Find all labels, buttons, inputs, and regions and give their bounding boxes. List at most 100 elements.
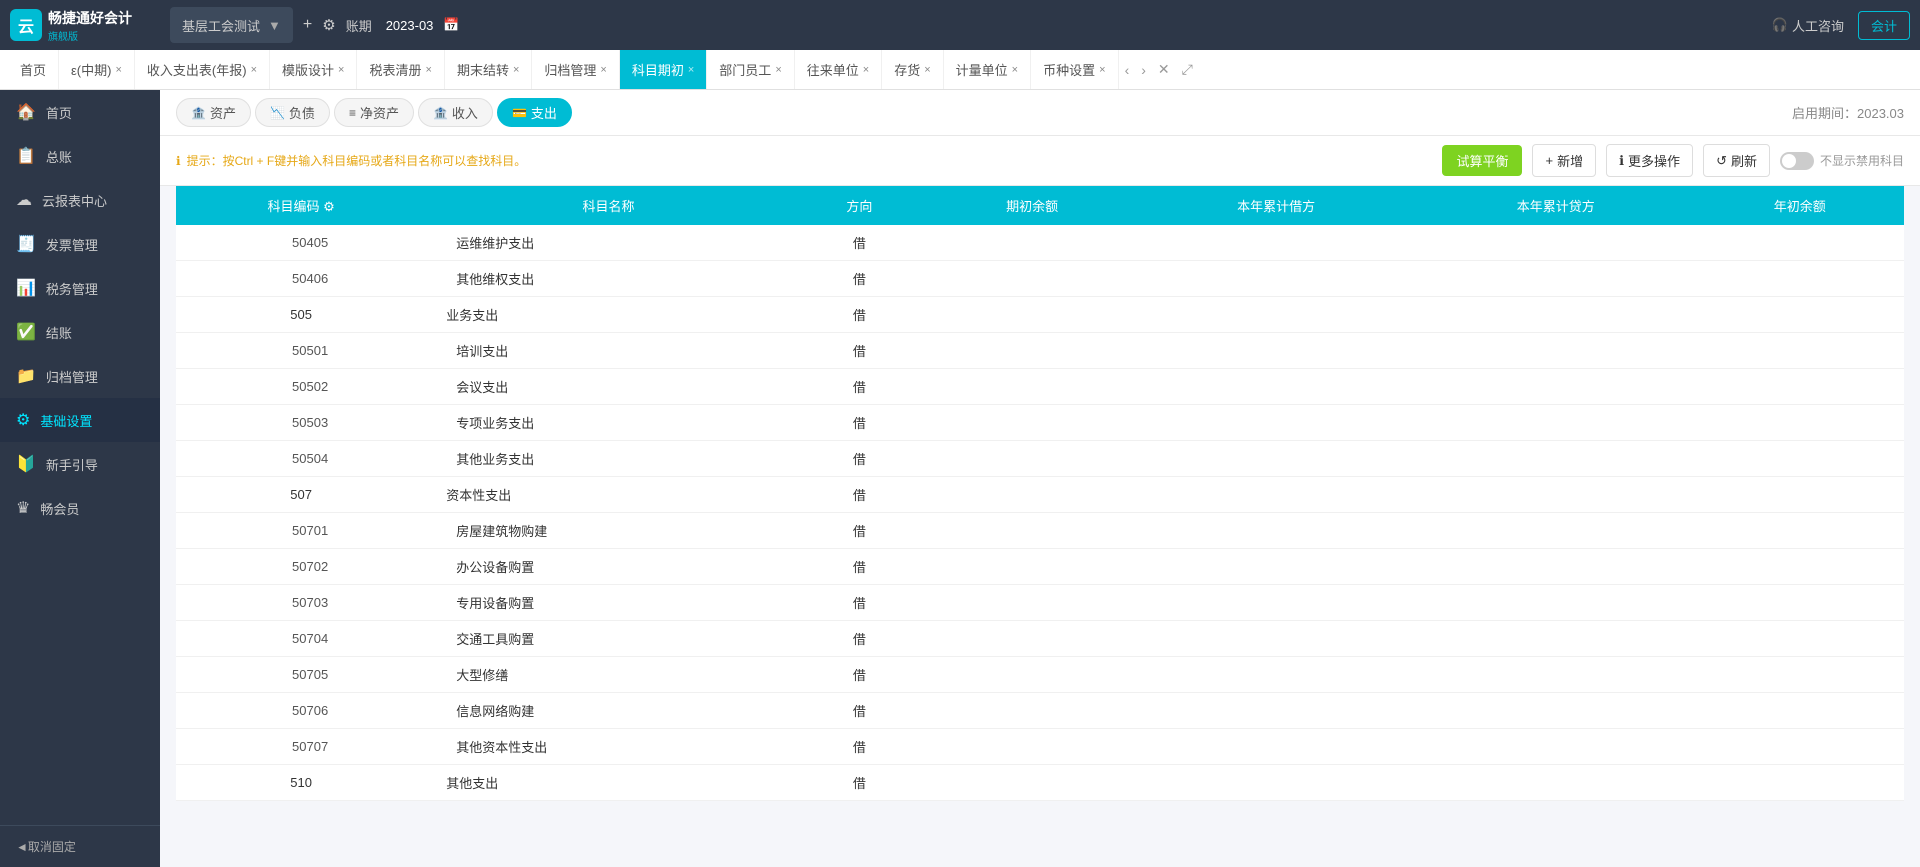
tab-close-icon[interactable]: × — [426, 64, 432, 76]
table-row[interactable]: 50504 其他业务支出 借 — [176, 441, 1904, 477]
cell-ytd-debit — [1136, 729, 1416, 765]
cell-ytd-credit — [1416, 369, 1696, 405]
table-row[interactable]: 50706 信息网络购建 借 — [176, 693, 1904, 729]
table-row[interactable]: 50701 房屋建筑物购建 借 — [176, 513, 1904, 549]
cell-ytd-credit — [1416, 297, 1696, 333]
table-row[interactable]: 510 其他支出 借 — [176, 765, 1904, 801]
account-button[interactable]: 会计 — [1858, 11, 1910, 40]
sidebar-item-invoice[interactable]: 🧾 发票管理 — [0, 222, 160, 266]
sidebar-item-vip[interactable]: ♛ 畅会员 — [0, 486, 160, 530]
tab-dept-employee[interactable]: 部门员工 × — [707, 50, 794, 90]
sidebar-item-archive[interactable]: 📁 归档管理 — [0, 354, 160, 398]
cell-direction: 借 — [791, 477, 928, 513]
cell-name: 资本性支出 — [426, 477, 791, 513]
table-row[interactable]: 50406 其他维权支出 借 — [176, 261, 1904, 297]
sub-tab-net-asset[interactable]: ≡ 净资产 — [334, 98, 414, 127]
tab-close-icon[interactable]: × — [338, 64, 344, 76]
cell-direction: 借 — [791, 549, 928, 585]
tab-template[interactable]: 模版设计 × — [270, 50, 357, 90]
cell-ytd-debit — [1136, 513, 1416, 549]
sidebar-item-ledger[interactable]: 📋 总账 — [0, 134, 160, 178]
calendar-icon[interactable]: 📅 — [443, 17, 459, 33]
sub-tab-income[interactable]: 🏦 收入 — [418, 98, 493, 127]
table-row[interactable]: 505 业务支出 借 — [176, 297, 1904, 333]
sidebar-item-settings[interactable]: ⚙ 基础设置 — [0, 398, 160, 442]
sub-tab-asset[interactable]: 🏦 资产 — [176, 98, 251, 127]
sidebar-label-vip: 畅会员 — [40, 499, 79, 518]
tab-expand-icon[interactable]: ⤢ — [1176, 61, 1199, 78]
tab-close-icon[interactable]: × — [1012, 64, 1018, 76]
tab-close-icon[interactable]: × — [513, 64, 519, 76]
tab-unit[interactable]: 计量单位 × — [944, 50, 1031, 90]
sub-tab-expense-label: 支出 — [531, 103, 557, 122]
sub-tab-liability[interactable]: 📉 负债 — [255, 98, 330, 127]
add-label: 新增 — [1557, 151, 1583, 170]
project-bar[interactable]: 基层工会测试 ▼ — [170, 7, 293, 43]
sidebar-item-guide[interactable]: 🔰 新手引导 — [0, 442, 160, 486]
period-info: 启用期间：2023.03 — [1792, 103, 1904, 122]
tab-close-icon[interactable]: × — [924, 64, 930, 76]
cell-opening — [928, 621, 1136, 657]
table-row[interactable]: 50704 交通工具购置 借 — [176, 621, 1904, 657]
refresh-button[interactable]: ↺ 刷新 — [1703, 144, 1770, 177]
tab-currency[interactable]: 币种设置 × — [1031, 50, 1118, 90]
tab-counterpart[interactable]: 往来单位 × — [795, 50, 882, 90]
service-button[interactable]: 🎧 人工咨询 — [1772, 16, 1844, 35]
add-button[interactable]: + 新增 — [1532, 144, 1596, 177]
sidebar-label-cloud: 云报表中心 — [42, 191, 107, 210]
hint-text: 提示：按Ctrl + F键并输入科目编码或者科目名称可以查找科目。 — [187, 152, 527, 169]
sidebar-item-closing[interactable]: ✅ 结账 — [0, 310, 160, 354]
tab-tax-list[interactable]: 税表清册 × — [357, 50, 444, 90]
cell-ytd-credit — [1416, 477, 1696, 513]
disabled-toggle[interactable] — [1780, 152, 1814, 170]
sidebar-item-home[interactable]: 🏠 首页 — [0, 90, 160, 134]
tab-period-carry[interactable]: 期末结转 × — [445, 50, 532, 90]
cell-name: 其他支出 — [426, 765, 791, 801]
project-dropdown-icon[interactable]: ▼ — [268, 18, 281, 33]
cell-ytd-debit — [1136, 693, 1416, 729]
sidebar-item-tax[interactable]: 📊 税务管理 — [0, 266, 160, 310]
table-row[interactable]: 50405 运维维护支出 借 — [176, 225, 1904, 261]
tab-close-icon[interactable]: × — [688, 64, 694, 76]
cell-code: 50501 — [176, 333, 426, 369]
table-row[interactable]: 50502 会议支出 借 — [176, 369, 1904, 405]
table-row[interactable]: 50707 其他资本性支出 借 — [176, 729, 1904, 765]
cell-ytd-credit — [1416, 585, 1696, 621]
tab-archive[interactable]: 归档管理 × — [532, 50, 619, 90]
sub-tab-expense[interactable]: 💳 支出 — [497, 98, 572, 127]
sidebar-collapse-btn[interactable]: ◄取消固定 — [0, 825, 160, 867]
sidebar-item-cloud-reports[interactable]: ☁ 云报表中心 — [0, 178, 160, 222]
table-row[interactable]: 50501 培训支出 借 — [176, 333, 1904, 369]
more-button[interactable]: ℹ 更多操作 — [1606, 144, 1693, 177]
cell-ytd-debit — [1136, 225, 1416, 261]
cell-direction: 借 — [791, 585, 928, 621]
refresh-label: 刷新 — [1731, 151, 1757, 170]
tab-subject-init[interactable]: 科目期初 × — [620, 50, 707, 90]
cell-opening — [928, 261, 1136, 297]
tab-close-icon[interactable]: × — [251, 64, 257, 76]
tab-home[interactable]: 首页 — [8, 50, 59, 90]
tab-midterm[interactable]: ε(中期) × — [59, 50, 135, 90]
tab-close-icon[interactable]: × — [1099, 64, 1105, 76]
add-tab-icon[interactable]: + — [303, 16, 312, 34]
tab-prev-icon[interactable]: ‹ — [1119, 62, 1136, 78]
tab-inventory[interactable]: 存货 × — [882, 50, 943, 90]
cell-ytd-debit — [1136, 657, 1416, 693]
cell-name: 专用设备购置 — [426, 585, 791, 621]
settings-icon[interactable]: ⚙ — [322, 16, 335, 34]
table-row[interactable]: 50705 大型修缮 借 — [176, 657, 1904, 693]
table-row[interactable]: 50503 专项业务支出 借 — [176, 405, 1904, 441]
table-row[interactable]: 50702 办公设备购置 借 — [176, 549, 1904, 585]
tab-income-report[interactable]: 收入支出表(年报) × — [135, 50, 270, 90]
tab-close-icon[interactable]: × — [863, 64, 869, 76]
balance-button[interactable]: 试算平衡 — [1442, 145, 1522, 176]
table-row[interactable]: 50703 专用设备购置 借 — [176, 585, 1904, 621]
tab-close-all-icon[interactable]: ✕ — [1152, 61, 1176, 78]
tab-close-icon[interactable]: × — [115, 64, 121, 76]
sidebar-label-invoice: 发票管理 — [46, 235, 98, 254]
tab-close-icon[interactable]: × — [600, 64, 606, 76]
tab-next-icon[interactable]: › — [1135, 62, 1152, 78]
cell-year-opening — [1696, 225, 1904, 261]
table-row[interactable]: 507 资本性支出 借 — [176, 477, 1904, 513]
tab-close-icon[interactable]: × — [775, 64, 781, 76]
